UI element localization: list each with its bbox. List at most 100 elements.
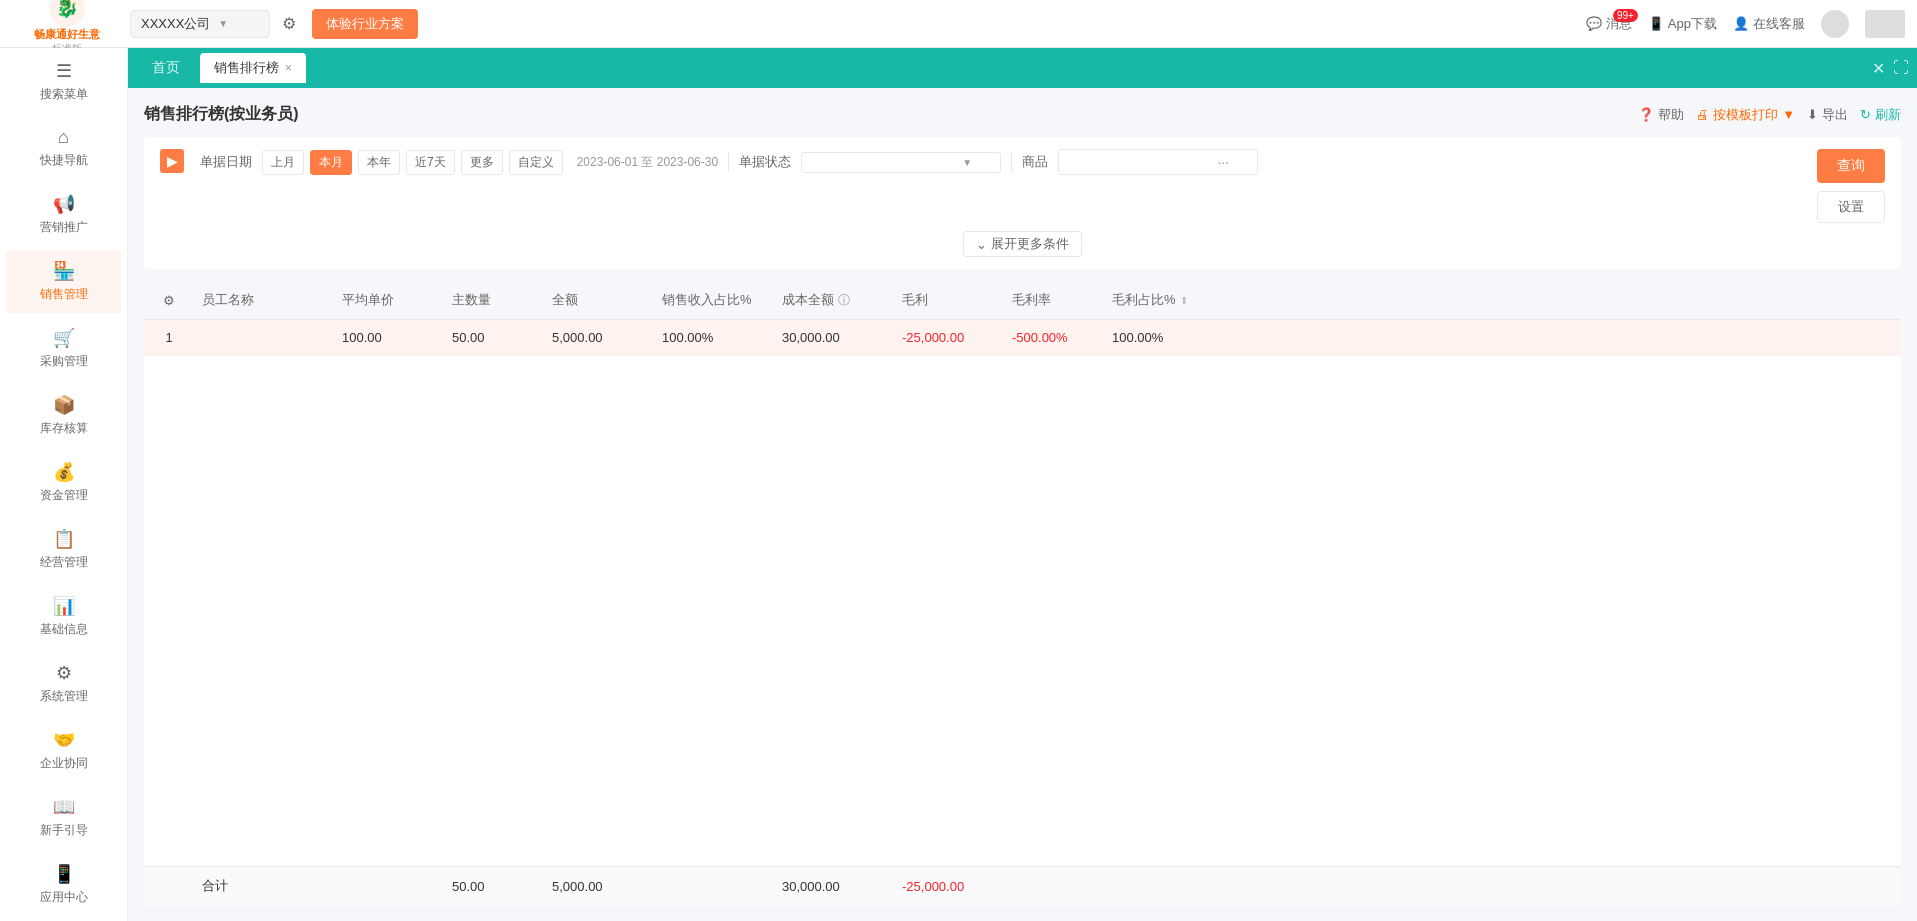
cost-help-icon[interactable]: ⓘ [838, 292, 850, 309]
sidebar-item-label: 搜索菜单 [40, 86, 88, 103]
tab-bar: 首页 销售排行榜 × ✕ ⛶ [128, 48, 1917, 88]
tab-sales-ranking[interactable]: 销售排行榜 × [200, 53, 306, 83]
export-button[interactable]: ⬇ 导出 [1807, 106, 1848, 124]
sidebar-item-search[interactable]: ☰ 搜索菜单 [6, 50, 121, 113]
date-filter-label: 单据日期 [200, 153, 252, 171]
sidebar-item-sales[interactable]: 🏪 销售管理 [6, 250, 121, 313]
filter-dates: 上月 本月 本年 近7天 更多 自定义 [262, 150, 563, 175]
message-badge: 99+ [1613, 9, 1638, 22]
app-download-label: App下载 [1668, 15, 1717, 33]
sidebar-item-label: 快捷导航 [40, 152, 88, 169]
avatar[interactable] [1821, 10, 1849, 38]
sidebar-item-label: 销售管理 [40, 286, 88, 303]
gross-pct-sort-icon[interactable]: ⬆ [1180, 295, 1188, 306]
sidebar-item-apps[interactable]: 📱 应用中心 [6, 853, 121, 916]
tab-right-actions: ✕ ⛶ [1872, 59, 1909, 78]
print-button[interactable]: 🖨 按模板打印 ▼ [1696, 106, 1795, 124]
sidebar-item-finance[interactable]: 💰 资金管理 [6, 451, 121, 514]
tab-close-window-icon[interactable]: ✕ [1872, 59, 1885, 78]
sidebar-item-marketing[interactable]: 📢 营销推广 [6, 183, 121, 246]
online-service-icon: 👤 [1733, 16, 1749, 31]
date-range-display: 2023-06-01 至 2023-06-30 [577, 154, 718, 171]
company-selector[interactable]: XXXXX公司 ▼ [130, 10, 270, 38]
status-select-arrow-icon: ▼ [962, 157, 972, 168]
sidebar-item-guide[interactable]: 📖 新手引导 [6, 786, 121, 849]
sidebar-item-inventory[interactable]: 📦 库存核算 [6, 384, 121, 447]
sidebar-item-system[interactable]: ⚙ 系统管理 [6, 652, 121, 715]
sidebar-item-purchase[interactable]: 🛒 采购管理 [6, 317, 121, 380]
sidebar-item-collab[interactable]: 🤝 企业协同 [6, 719, 121, 782]
sidebar-item-quick[interactable]: ⌂ 快捷导航 [6, 117, 121, 179]
tab-close-icon[interactable]: × [285, 61, 292, 75]
export-label: 导出 [1822, 106, 1848, 124]
sidebar-item-basic[interactable]: 📊 基础信息 [6, 585, 121, 648]
user-name-area [1865, 10, 1905, 38]
th-name-label: 员工名称 [202, 291, 254, 309]
page-content: 销售排行榜(按业务员) ❓ 帮助 🖨 按模板打印 ▼ ⬇ [128, 88, 1917, 921]
app-download-button[interactable]: 📱 App下载 [1648, 15, 1717, 33]
date-custom-btn[interactable]: 自定义 [509, 150, 563, 175]
online-service-button[interactable]: 👤 在线客服 [1733, 15, 1805, 33]
collab-icon: 🤝 [53, 729, 75, 751]
query-button[interactable]: 查询 [1817, 149, 1885, 183]
company-gear-icon[interactable]: ⚙ [278, 10, 300, 37]
tf-gross-pct [1104, 867, 1224, 905]
date-more-btn[interactable]: 更多 [461, 150, 503, 175]
table-header: ⚙ 员工名称 平均单价 主数量 全额 [144, 281, 1901, 320]
date-cur-btn[interactable]: 本月 [310, 150, 352, 175]
th-avg-price-label: 平均单价 [342, 291, 394, 309]
sidebar-item-label: 营销推广 [40, 219, 88, 236]
filter-divider-2 [1011, 152, 1012, 172]
message-button[interactable]: 💬 消息 99+ [1586, 15, 1632, 33]
refresh-label: 刷新 [1875, 106, 1901, 124]
td-cost: 30,000.00 [774, 320, 894, 355]
page-title: 销售排行榜(按业务员) [144, 104, 299, 125]
company-arrow-icon: ▼ [218, 18, 228, 29]
th-settings[interactable]: ⚙ [144, 281, 194, 319]
print-arrow-icon: ▼ [1782, 107, 1795, 122]
svg-text:🐉: 🐉 [56, 0, 79, 19]
date-7-btn[interactable]: 近7天 [406, 150, 455, 175]
tf-avg-price [334, 867, 444, 905]
goods-select-more-icon: ··· [1217, 154, 1229, 170]
inventory-icon: 📦 [53, 394, 75, 416]
filter-row-1: 单据日期 上月 本月 本年 近7天 更多 自定义 2023-06-01 至 20… [200, 149, 1801, 175]
basic-info-icon: 📊 [53, 595, 75, 617]
date-year-btn[interactable]: 本年 [358, 150, 400, 175]
goods-select[interactable]: ··· [1058, 149, 1258, 175]
help-button[interactable]: ❓ 帮助 [1638, 106, 1684, 124]
refresh-button[interactable]: ↻ 刷新 [1860, 106, 1901, 124]
th-sales-pct-label: 销售收入占比% [662, 291, 752, 309]
tf-qty: 50.00 [444, 867, 544, 905]
sales-icon: 🏪 [53, 260, 75, 282]
th-sales-pct: 销售收入占比% [654, 281, 774, 319]
sidebar-item-label: 库存核算 [40, 420, 88, 437]
tab-expand-icon[interactable]: ⛶ [1893, 59, 1909, 77]
filter-expand-arrow[interactable]: ▶ [160, 149, 184, 173]
message-icon: 💬 [1586, 16, 1602, 31]
td-rank: 1 [144, 320, 194, 355]
purchase-icon: 🛒 [53, 327, 75, 349]
th-amount-label: 全额 [552, 291, 578, 309]
td-gross-rate: -500.00% [1004, 320, 1104, 355]
td-amount: 5,000.00 [544, 320, 654, 355]
refresh-icon: ↻ [1860, 107, 1871, 122]
th-cost-label: 成本全额 [782, 291, 834, 309]
sidebar-item-label: 应用中心 [40, 889, 88, 906]
industry-button[interactable]: 体验行业方案 [312, 9, 418, 39]
tab-home[interactable]: 首页 [136, 51, 196, 85]
logo-text: 畅康通好生意 [34, 27, 100, 42]
filter-main-row: ▶ 单据日期 上月 本月 本年 近7天 更多 自定义 [160, 149, 1885, 223]
finance-icon: 💰 [53, 461, 75, 483]
expand-more-btn[interactable]: ⌄ 展开更多条件 [963, 231, 1082, 257]
th-cost: 成本全额 ⓘ [774, 281, 894, 319]
table-row: 1 100.00 50.00 5,000.00 100.00% 30,000.0… [144, 320, 1901, 356]
status-select[interactable]: ▼ [801, 152, 1001, 173]
settings-button[interactable]: 设置 [1817, 191, 1885, 223]
sidebar-item-operation[interactable]: 📋 经营管理 [6, 518, 121, 581]
sidebar-item-label: 基础信息 [40, 621, 88, 638]
tf-amount: 5,000.00 [544, 867, 654, 905]
date-prev-btn[interactable]: 上月 [262, 150, 304, 175]
td-sales-pct: 100.00% [654, 320, 774, 355]
th-gross-pct: 毛利占比% ⬆ [1104, 281, 1224, 319]
